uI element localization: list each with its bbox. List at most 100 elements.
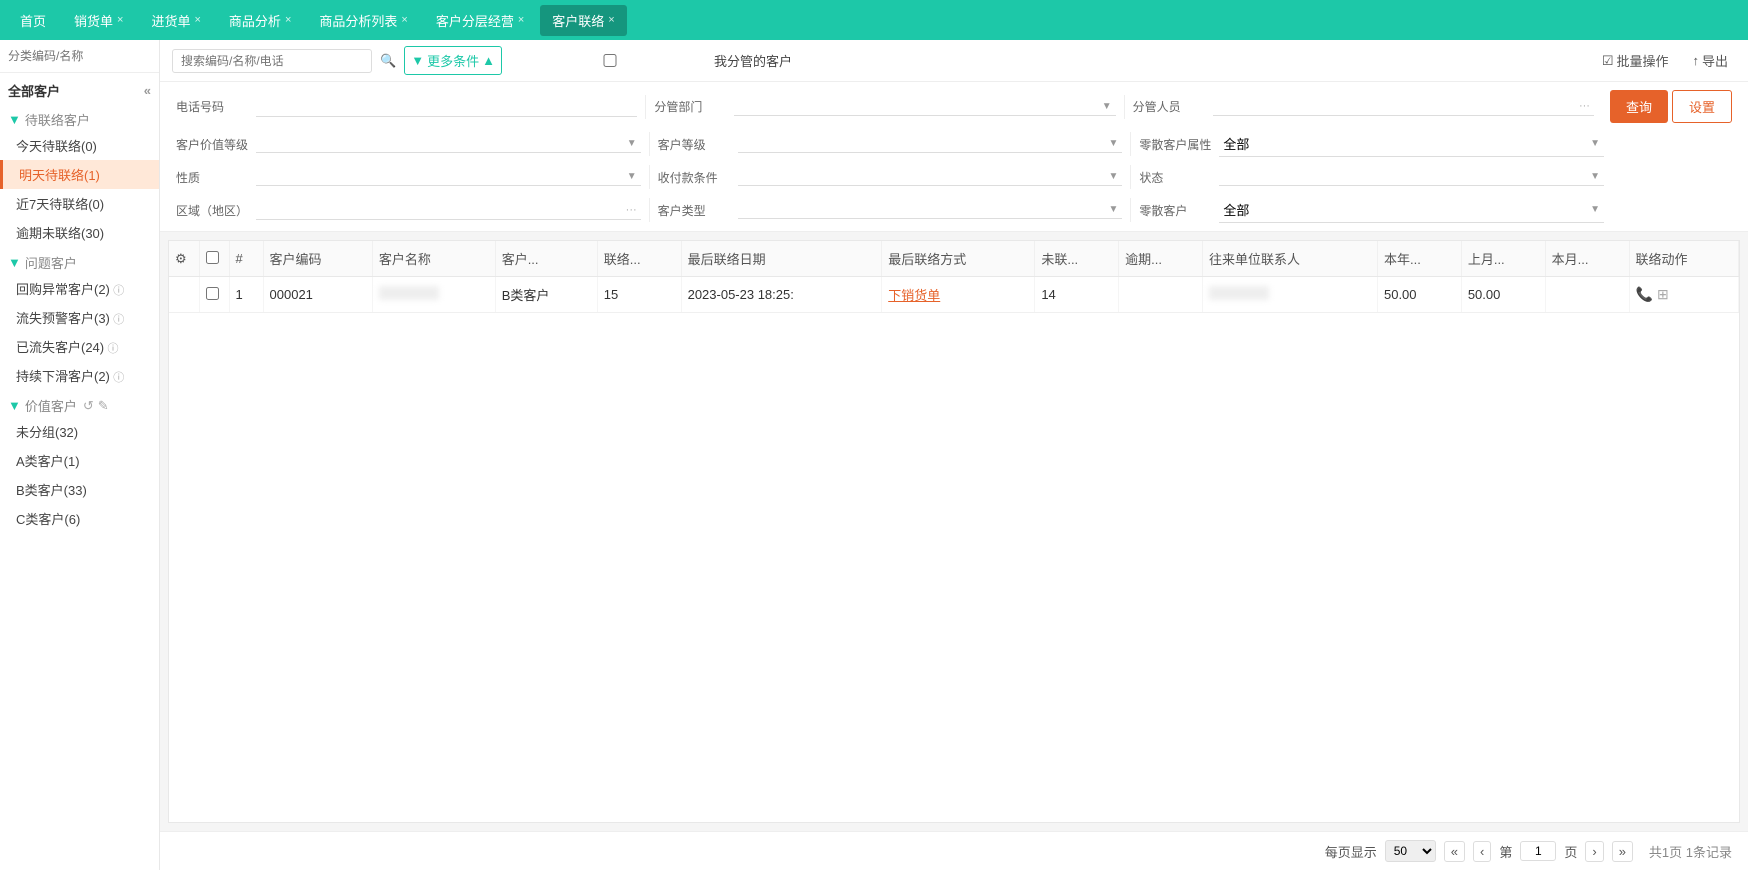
info-icon-repurchase: ⓘ: [113, 285, 124, 297]
close-product-analysis-list[interactable]: ×: [401, 14, 407, 26]
sidebar-item-tomorrow[interactable]: 明天待联络(1): [0, 160, 159, 189]
th-check[interactable]: [199, 241, 229, 277]
reset-button[interactable]: 设置: [1672, 90, 1732, 123]
customer-type-select[interactable]: ▼: [738, 201, 1123, 219]
info-icon-losing: ⓘ: [113, 314, 124, 326]
sidebar-item-losing[interactable]: 流失预警客户(3) ⓘ: [0, 303, 159, 332]
row-this-month: [1545, 277, 1629, 313]
nav-product-analysis-list[interactable]: 商品分析列表 ×: [307, 5, 419, 36]
table-footer: 每页显示 50 100 200 « ‹ 第 页 › » 共1页 1条记录: [160, 831, 1748, 870]
action-more-icon[interactable]: ⊞: [1657, 286, 1669, 303]
filter-row-3: 性质 ▼ 收付款条件 ▼ 状态 ▼: [176, 165, 1732, 189]
filter-row-2: 客户价值等级 ▼ 客户等级 ▼ 零散客户属性 全部: [176, 131, 1732, 157]
nav-home[interactable]: 首页: [8, 5, 58, 36]
filter-status: 状态 ▼: [1139, 168, 1604, 186]
row-type: B类客户: [495, 277, 597, 313]
payment-terms-select[interactable]: ▼: [738, 168, 1123, 186]
retail-customer-select[interactable]: 全部 ▼: [1219, 197, 1604, 223]
phone-input[interactable]: [256, 96, 637, 117]
content-area: 🔍 ▼ 更多条件 ▲ 我分管的客户 ☑ 批量操作 ↑ 导出: [160, 40, 1748, 870]
edit-value-icon[interactable]: ✎: [98, 398, 109, 414]
first-page-btn[interactable]: «: [1444, 841, 1465, 862]
close-sales-order[interactable]: ×: [117, 14, 123, 26]
nav-customer-segmentation[interactable]: 客户分层经营 ×: [424, 5, 536, 36]
select-all-checkbox[interactable]: [206, 251, 219, 264]
customers-table: ⚙ # 客户编码 客户名称 客户... 联络...: [169, 241, 1739, 313]
all-customers-label: 全部客户 «: [0, 73, 159, 104]
row-name: [372, 277, 495, 313]
sidebar-item-declining[interactable]: 持续下滑客户(2) ⓘ: [0, 361, 159, 390]
close-purchase-order[interactable]: ×: [194, 14, 200, 26]
retail-attr-select[interactable]: 全部 ▼: [1219, 131, 1604, 157]
filter-gender: 性质 ▼: [176, 168, 641, 186]
info-icon-lost: ⓘ: [107, 343, 118, 355]
nav-sales-order[interactable]: 销货单 ×: [62, 5, 135, 36]
gender-select[interactable]: ▼: [256, 168, 641, 186]
filter-row-1: 电话号码 分管部门 ▼ 分管人员 ···: [176, 90, 1732, 123]
nav-product-analysis[interactable]: 商品分析 ×: [217, 5, 303, 36]
sidebar-search-input[interactable]: [8, 49, 160, 63]
th-seq: #: [229, 241, 263, 277]
row-contacts: 15: [597, 277, 681, 313]
close-customer-segmentation[interactable]: ×: [518, 14, 524, 26]
refresh-value-icon[interactable]: ↺: [83, 398, 94, 414]
my-customers-checkbox[interactable]: [510, 54, 710, 67]
row-check[interactable]: [199, 277, 229, 313]
filter-bar: 🔍 ▼ 更多条件 ▲ 我分管的客户 ☑ 批量操作 ↑ 导出: [160, 40, 1748, 82]
action-call-icon[interactable]: 📞: [1636, 286, 1653, 303]
main-layout: 🔍 全部客户 « ▼ 待联络客户 今天待联络(0) 明天待联络(1) 近7天待联…: [0, 40, 1748, 870]
filter-retail-customer: 零散客户 全部 ▼: [1139, 197, 1604, 223]
filter-customer-type: 客户类型 ▼: [658, 201, 1123, 219]
search-input[interactable]: [172, 49, 372, 73]
next-page-btn[interactable]: ›: [1585, 841, 1603, 862]
filter-retail-attr: 零散客户属性 全部 ▼: [1139, 131, 1604, 157]
sidebar-item-today[interactable]: 今天待联络(0): [0, 131, 159, 160]
batch-ops-btn[interactable]: ☑ 批量操作: [1594, 47, 1677, 74]
row-code: 000021: [263, 277, 372, 313]
query-button[interactable]: 查询: [1610, 90, 1668, 123]
row-last-contact-method[interactable]: 下销货单: [882, 277, 1035, 313]
sidebar: 🔍 全部客户 « ▼ 待联络客户 今天待联络(0) 明天待联络(1) 近7天待联…: [0, 40, 160, 870]
last-page-btn[interactable]: »: [1612, 841, 1633, 862]
sidebar-item-class-c[interactable]: C类客户(6): [0, 504, 159, 533]
sidebar-collapse-btn[interactable]: «: [144, 83, 151, 98]
sidebar-item-class-b[interactable]: B类客户(33): [0, 475, 159, 504]
export-icon: ↑: [1692, 53, 1699, 68]
export-btn[interactable]: ↑ 导出: [1684, 47, 1736, 74]
more-conditions-btn[interactable]: ▼ 更多条件 ▲: [404, 46, 502, 75]
th-last-month: 上月...: [1461, 241, 1545, 277]
nav-customer-contact[interactable]: 客户联络 ×: [540, 5, 626, 36]
sidebar-item-lost[interactable]: 已流失客户(24) ⓘ: [0, 332, 159, 361]
search-icon[interactable]: 🔍: [380, 53, 396, 69]
division-person-select[interactable]: ···: [1213, 97, 1594, 116]
page-input[interactable]: [1520, 841, 1556, 861]
close-customer-contact[interactable]: ×: [608, 14, 614, 26]
status-select[interactable]: ▼: [1219, 168, 1604, 186]
th-last-contact-method: 最后联络方式: [882, 241, 1035, 277]
batch-icon: ☑: [1602, 53, 1614, 69]
row-checkbox[interactable]: [206, 287, 219, 300]
page-unit: 页: [1564, 842, 1577, 861]
sidebar-item-unclassified[interactable]: 未分组(32): [0, 417, 159, 446]
th-not-contacted: 未联...: [1035, 241, 1119, 277]
filter-customer-value-level: 客户价值等级 ▼: [176, 135, 641, 153]
sidebar-item-repurchase-abnormal[interactable]: 回购异常客户(2) ⓘ: [0, 274, 159, 303]
th-unit-contact: 往来单位联系人: [1203, 241, 1378, 277]
gear-icon[interactable]: ⚙: [175, 251, 187, 266]
division-dept-select[interactable]: ▼: [734, 98, 1115, 116]
nav-purchase-order[interactable]: 进货单 ×: [139, 5, 212, 36]
my-customers-check[interactable]: 我分管的客户: [510, 51, 792, 70]
region-select[interactable]: ···: [256, 201, 641, 220]
per-page-select[interactable]: 50 100 200: [1385, 840, 1436, 862]
sidebar-item-next7days[interactable]: 近7天待联络(0): [0, 189, 159, 218]
row-overdue: [1119, 277, 1203, 313]
prev-page-btn[interactable]: ‹: [1473, 841, 1491, 862]
sidebar-item-class-a[interactable]: A类客户(1): [0, 446, 159, 475]
close-product-analysis[interactable]: ×: [285, 14, 291, 26]
row-gear: [169, 277, 199, 313]
customer-value-level-select[interactable]: ▼: [256, 135, 641, 153]
customer-level-select[interactable]: ▼: [738, 135, 1123, 153]
group-problem-customers: ▼ 问题客户: [0, 247, 159, 274]
sidebar-item-overdue[interactable]: 逾期未联络(30): [0, 218, 159, 247]
th-gear[interactable]: ⚙: [169, 241, 199, 277]
